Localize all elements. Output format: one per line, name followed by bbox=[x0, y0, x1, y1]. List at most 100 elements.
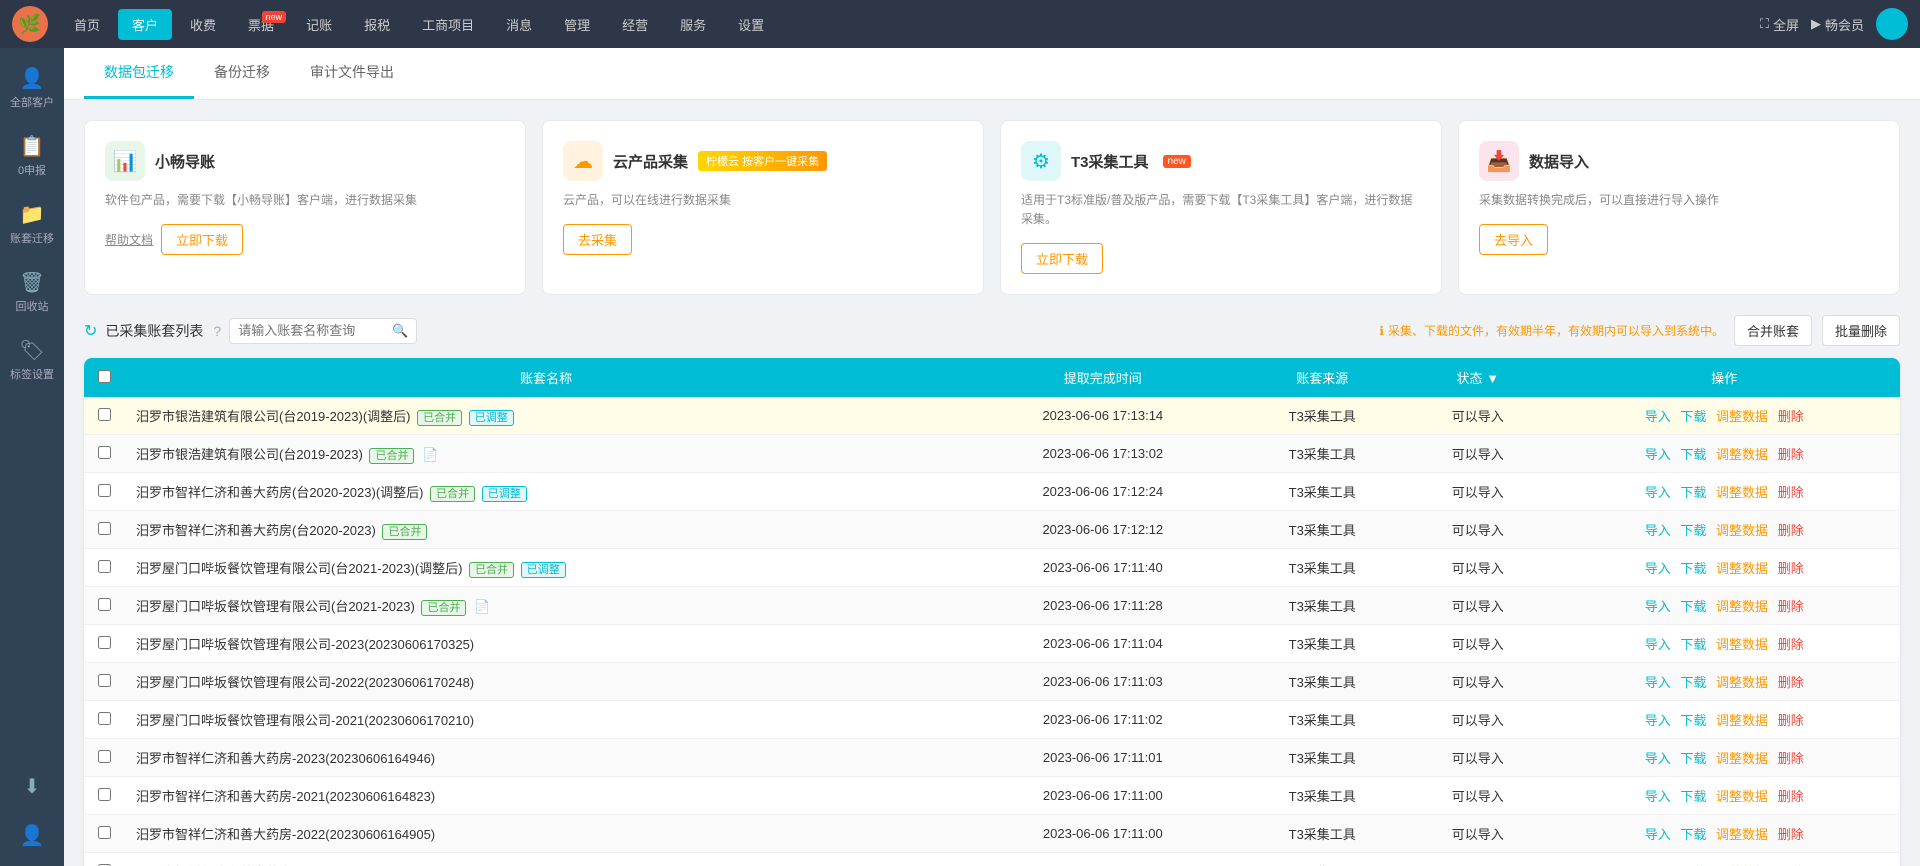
search-button[interactable]: 🔍 bbox=[392, 323, 408, 339]
zero-declare-icon: 📋 bbox=[20, 134, 45, 159]
nav-message[interactable]: 消息 bbox=[492, 9, 546, 40]
nav-business[interactable]: 工商项目 bbox=[408, 9, 488, 40]
delete-action-btn[interactable]: 删除 bbox=[1778, 827, 1804, 842]
select-all-checkbox[interactable] bbox=[98, 370, 111, 383]
row-checkbox[interactable] bbox=[98, 484, 111, 497]
nav-accounting[interactable]: 记账 bbox=[292, 9, 346, 40]
import-action-btn[interactable]: 导入 bbox=[1645, 447, 1671, 462]
import-action-btn[interactable]: 导入 bbox=[1645, 485, 1671, 500]
delete-action-btn[interactable]: 删除 bbox=[1778, 409, 1804, 424]
import-action-btn[interactable]: 导入 bbox=[1645, 675, 1671, 690]
import-action-btn[interactable]: 导入 bbox=[1645, 751, 1671, 766]
tab-audit-export[interactable]: 审计文件导出 bbox=[290, 48, 414, 99]
card-3-download-btn[interactable]: 立即下载 bbox=[1021, 243, 1103, 274]
import-action-btn[interactable]: 导入 bbox=[1645, 409, 1671, 424]
nav-home[interactable]: 首页 bbox=[60, 9, 114, 40]
download-action-btn[interactable]: 下载 bbox=[1680, 561, 1706, 576]
delete-action-btn[interactable]: 删除 bbox=[1778, 789, 1804, 804]
download-action-btn[interactable]: 下载 bbox=[1680, 485, 1706, 500]
nav-customer[interactable]: 客户 bbox=[118, 9, 172, 40]
card-2-collect-btn[interactable]: 去采集 bbox=[563, 224, 632, 255]
download-action-btn[interactable]: 下载 bbox=[1680, 827, 1706, 842]
member-button[interactable]: ▶ 畅会员 bbox=[1811, 15, 1864, 34]
adjust-action-btn[interactable]: 调整数据 bbox=[1716, 713, 1768, 728]
nav-tax[interactable]: 报税 bbox=[350, 9, 404, 40]
sidebar-item-zero-declare[interactable]: 📋 0申报 bbox=[4, 124, 60, 188]
row-checkbox[interactable] bbox=[98, 750, 111, 763]
adjust-action-btn[interactable]: 调整数据 bbox=[1716, 789, 1768, 804]
row-checkbox[interactable] bbox=[98, 826, 111, 839]
import-action-btn[interactable]: 导入 bbox=[1645, 827, 1671, 842]
card-4-import-btn[interactable]: 去导入 bbox=[1479, 224, 1548, 255]
delete-action-btn[interactable]: 删除 bbox=[1778, 675, 1804, 690]
fullscreen-button[interactable]: ⛶ 全屏 bbox=[1760, 15, 1799, 34]
search-input[interactable] bbox=[238, 323, 388, 338]
card-1-download-btn[interactable]: 立即下载 bbox=[161, 224, 243, 255]
delete-action-btn[interactable]: 删除 bbox=[1778, 561, 1804, 576]
import-action-btn[interactable]: 导入 bbox=[1645, 789, 1671, 804]
adjust-action-btn[interactable]: 调整数据 bbox=[1716, 827, 1768, 842]
adjust-action-btn[interactable]: 调整数据 bbox=[1716, 751, 1768, 766]
batch-delete-button[interactable]: 批量删除 bbox=[1822, 315, 1900, 346]
card-1-help-link[interactable]: 帮助文档 bbox=[105, 231, 153, 248]
nav-ticket[interactable]: 票据 new bbox=[234, 9, 288, 40]
delete-action-btn[interactable]: 删除 bbox=[1778, 637, 1804, 652]
adjust-action-btn[interactable]: 调整数据 bbox=[1716, 599, 1768, 614]
sidebar-item-recycle[interactable]: 🗑 回收站 bbox=[4, 260, 60, 324]
adjust-action-btn[interactable]: 调整数据 bbox=[1716, 637, 1768, 652]
delete-action-btn[interactable]: 删除 bbox=[1778, 713, 1804, 728]
download-action-btn[interactable]: 下载 bbox=[1680, 789, 1706, 804]
col-status[interactable]: 状态 ▼ bbox=[1407, 358, 1548, 397]
download-action-btn[interactable]: 下载 bbox=[1680, 713, 1706, 728]
row-checkbox[interactable] bbox=[98, 446, 111, 459]
nav-fee[interactable]: 收费 bbox=[176, 9, 230, 40]
row-checkbox[interactable] bbox=[98, 674, 111, 687]
import-action-btn[interactable]: 导入 bbox=[1645, 637, 1671, 652]
row-checkbox[interactable] bbox=[98, 522, 111, 535]
row-checkbox[interactable] bbox=[98, 560, 111, 573]
delete-action-btn[interactable]: 删除 bbox=[1778, 447, 1804, 462]
delete-action-btn[interactable]: 删除 bbox=[1778, 751, 1804, 766]
delete-action-btn[interactable]: 删除 bbox=[1778, 485, 1804, 500]
sidebar-item-download[interactable]: ⬇ bbox=[4, 764, 60, 809]
adjust-action-btn[interactable]: 调整数据 bbox=[1716, 561, 1768, 576]
download-action-btn[interactable]: 下载 bbox=[1680, 447, 1706, 462]
import-action-btn[interactable]: 导入 bbox=[1645, 561, 1671, 576]
adjust-action-btn[interactable]: 调整数据 bbox=[1716, 447, 1768, 462]
adjust-action-btn[interactable]: 调整数据 bbox=[1716, 485, 1768, 500]
refresh-icon[interactable]: ↻ bbox=[84, 321, 97, 341]
row-checkbox[interactable] bbox=[98, 788, 111, 801]
nav-settings[interactable]: 设置 bbox=[724, 9, 778, 40]
download-action-btn[interactable]: 下载 bbox=[1680, 409, 1706, 424]
sidebar-item-user[interactable]: 👤 bbox=[4, 813, 60, 858]
row-checkbox[interactable] bbox=[98, 712, 111, 725]
download-action-btn[interactable]: 下载 bbox=[1680, 523, 1706, 538]
sidebar-item-account-migration[interactable]: 📁 账套迁移 bbox=[4, 192, 60, 256]
adjust-action-btn[interactable]: 调整数据 bbox=[1716, 409, 1768, 424]
row-checkbox[interactable] bbox=[98, 636, 111, 649]
import-action-btn[interactable]: 导入 bbox=[1645, 523, 1671, 538]
import-action-btn[interactable]: 导入 bbox=[1645, 599, 1671, 614]
tab-data-migration[interactable]: 数据包迁移 bbox=[84, 48, 194, 99]
delete-action-btn[interactable]: 删除 bbox=[1778, 599, 1804, 614]
sidebar-item-tag-settings[interactable]: 🏷 标签设置 bbox=[4, 328, 60, 392]
delete-action-btn[interactable]: 删除 bbox=[1778, 523, 1804, 538]
user-avatar[interactable] bbox=[1876, 8, 1908, 40]
download-action-btn[interactable]: 下载 bbox=[1680, 675, 1706, 690]
tab-backup-migration[interactable]: 备份迁移 bbox=[194, 48, 290, 99]
nav-operation[interactable]: 经营 bbox=[608, 9, 662, 40]
row-checkbox[interactable] bbox=[98, 408, 111, 421]
download-action-btn[interactable]: 下载 bbox=[1680, 751, 1706, 766]
col-name: 账套名称 bbox=[124, 358, 968, 397]
download-action-btn[interactable]: 下载 bbox=[1680, 637, 1706, 652]
sidebar-item-all-customers[interactable]: 👤 全部客户 bbox=[4, 56, 60, 120]
merge-button[interactable]: 合并账套 bbox=[1734, 315, 1812, 346]
download-action-btn[interactable]: 下载 bbox=[1680, 599, 1706, 614]
nav-service[interactable]: 服务 bbox=[666, 9, 720, 40]
adjust-action-btn[interactable]: 调整数据 bbox=[1716, 523, 1768, 538]
row-checkbox[interactable] bbox=[98, 598, 111, 611]
nav-manage[interactable]: 管理 bbox=[550, 9, 604, 40]
adjust-action-btn[interactable]: 调整数据 bbox=[1716, 675, 1768, 690]
help-icon[interactable]: ? bbox=[213, 323, 221, 339]
import-action-btn[interactable]: 导入 bbox=[1645, 713, 1671, 728]
